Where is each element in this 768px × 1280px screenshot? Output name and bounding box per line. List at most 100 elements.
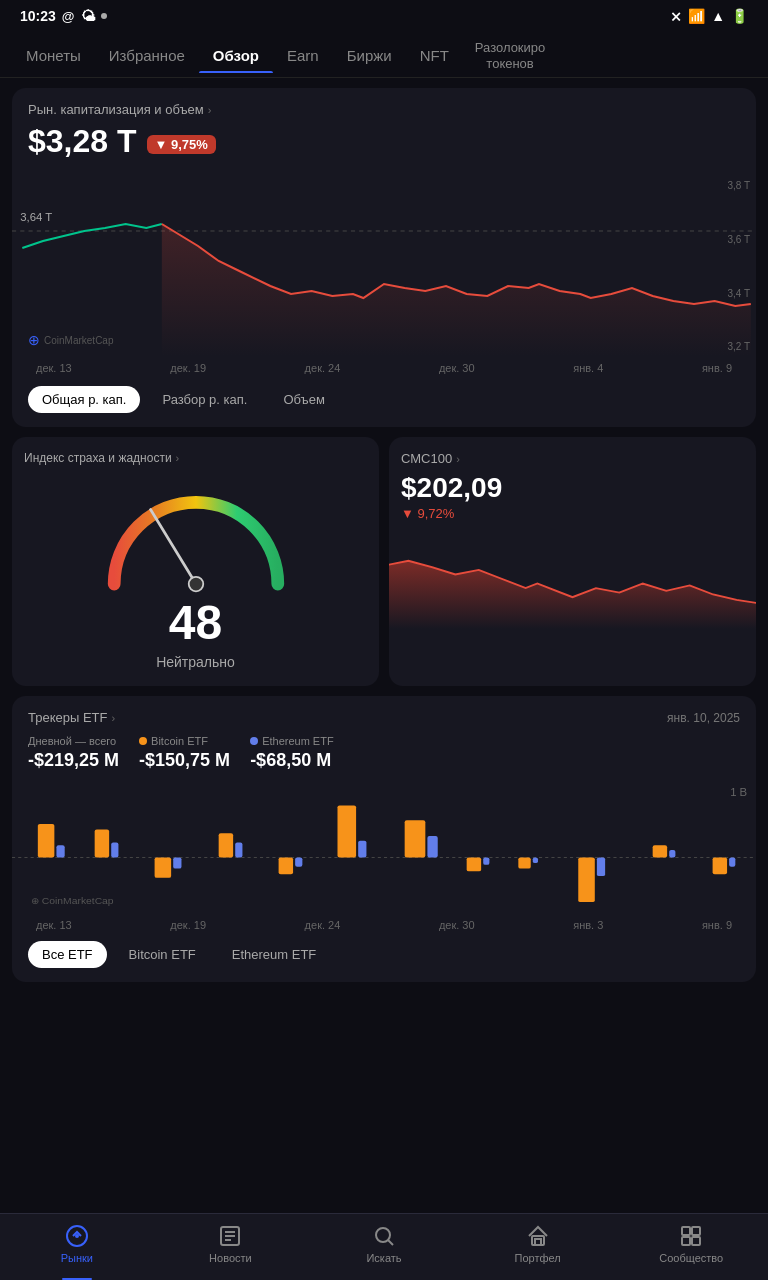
nav-community-label: Сообщество [659, 1252, 723, 1264]
svg-rect-16 [235, 843, 242, 858]
fear-greed-label: Нейтрально [24, 654, 367, 670]
chevron-right-icon-3: › [456, 453, 460, 465]
market-cap-card: Рын. капитализация и объем › $3,28 T ▼ 9… [12, 88, 756, 427]
nav-markets[interactable]: Рынки [37, 1224, 117, 1264]
svg-rect-44 [682, 1227, 690, 1235]
svg-rect-22 [427, 836, 437, 857]
etf-stats: Дневной — всего -$219,25 M Bitcoin ETF -… [28, 735, 740, 771]
nav-search[interactable]: Искать [344, 1224, 424, 1264]
news-icon [218, 1224, 242, 1248]
search-icon [372, 1224, 396, 1248]
nav-search-label: Искать [366, 1252, 401, 1264]
etf-bitcoin-stat: Bitcoin ETF -$150,75 M [139, 735, 230, 771]
ethereum-etf-dot [250, 737, 258, 745]
svg-point-5 [188, 577, 203, 592]
svg-rect-18 [295, 858, 302, 867]
market-cap-tabs: Общая р. кап. Разбор р. кап. Объем [28, 386, 740, 413]
status-time: 10:23 [20, 8, 56, 24]
etf-tracker-card: Трекеры ETF › янв. 10, 2025 Дневной — вс… [12, 696, 756, 982]
svg-rect-26 [533, 858, 538, 864]
svg-rect-14 [173, 858, 181, 869]
svg-rect-13 [155, 858, 172, 878]
svg-rect-47 [692, 1237, 700, 1245]
svg-rect-24 [483, 858, 489, 865]
nav-item-exchanges[interactable]: Биржи [333, 39, 406, 72]
etf-daily-total: Дневной — всего -$219,25 M [28, 735, 119, 771]
tab-volume[interactable]: Объем [269, 386, 338, 413]
svg-rect-28 [597, 858, 605, 877]
market-icon [65, 1224, 89, 1248]
nav-community[interactable]: Сообщество [651, 1224, 731, 1264]
etf-title[interactable]: Трекеры ETF › [28, 710, 115, 725]
status-icon-m: @ [62, 9, 75, 24]
svg-rect-32 [729, 858, 735, 867]
svg-text:3,64 T: 3,64 T [20, 211, 52, 223]
svg-rect-15 [219, 833, 233, 857]
cmc100-title[interactable]: СМС100 › [401, 451, 744, 466]
etf-bar-chart: 1 B [12, 785, 756, 915]
nav-item-nft[interactable]: NFT [406, 39, 463, 72]
status-icon-weather: 🌤 [81, 8, 95, 24]
battery-icon: 🔋 [731, 8, 748, 24]
tab-ethereum-etf[interactable]: Ethereum ETF [218, 941, 331, 968]
chevron-right-icon: › [208, 104, 212, 116]
nav-item-overview[interactable]: Обзор [199, 39, 273, 72]
nav-portfolio-label: Портфел [514, 1252, 560, 1264]
svg-rect-11 [95, 830, 109, 858]
nav-item-favorites[interactable]: Избранное [95, 39, 199, 72]
tab-total-market-cap[interactable]: Общая р. кап. [28, 386, 140, 413]
status-bar: 10:23 @ 🌤 ⨯ 📶 ▲ 🔋 [0, 0, 768, 28]
market-cap-chart: 3,8 T 3,6 T 3,4 T 3,2 T 3,64 T [12, 176, 756, 356]
tab-market-cap-breakdown[interactable]: Разбор р. кап. [148, 386, 261, 413]
nav-item-unlock-tokens[interactable]: Разолокиротокенов [463, 34, 557, 77]
svg-line-41 [388, 1240, 393, 1245]
market-cap-title[interactable]: Рын. капитализация и объем › [28, 102, 740, 117]
fear-greed-title[interactable]: Индекс страха и жадности › [24, 451, 367, 465]
market-cap-change: ▼ 9,75% [147, 135, 216, 154]
etf-x-axis: дек. 13 дек. 19 дек. 24 дек. 30 янв. 3 я… [28, 915, 740, 931]
nav-portfolio[interactable]: Портфел [498, 1224, 578, 1264]
y-label-1: 3,8 T [727, 180, 750, 191]
svg-rect-23 [467, 858, 481, 872]
cmc100-value: $202,09 [401, 472, 744, 504]
etf-date: янв. 10, 2025 [667, 711, 740, 725]
svg-rect-45 [692, 1227, 700, 1235]
nav-item-coins[interactable]: Монеты [12, 39, 95, 72]
portfolio-icon [526, 1224, 550, 1248]
svg-rect-10 [56, 846, 64, 858]
chevron-right-icon-4: › [111, 712, 115, 724]
svg-rect-42 [532, 1236, 544, 1245]
wifi-icon: ▲ [711, 8, 725, 24]
etf-header: Трекеры ETF › янв. 10, 2025 [28, 710, 740, 725]
svg-rect-17 [279, 858, 293, 875]
y-label-2: 3,6 T [727, 234, 750, 245]
market-cap-x-axis: дек. 13 дек. 19 дек. 24 дек. 30 янв. 4 я… [28, 356, 740, 374]
y-label-3: 3,4 T [727, 288, 750, 299]
cmc100-chart [389, 529, 756, 629]
tab-bitcoin-etf[interactable]: Bitcoin ETF [115, 941, 210, 968]
community-icon [679, 1224, 703, 1248]
nav-news-label: Новости [209, 1252, 252, 1264]
etf-ethereum-stat: Ethereum ETF -$68,50 M [250, 735, 334, 771]
svg-point-40 [376, 1228, 390, 1242]
svg-rect-21 [405, 820, 426, 857]
y-label-4: 3,2 T [727, 341, 750, 352]
etf-ethereum-value: -$68,50 M [250, 750, 334, 771]
fear-greed-cmc100-row: Индекс страха и жадности › [12, 437, 756, 686]
nav-item-earn[interactable]: Earn [273, 39, 333, 72]
bottom-navigation: Рынки Новости Искать Портфел [0, 1213, 768, 1280]
svg-rect-25 [518, 858, 530, 869]
tab-all-etf[interactable]: Все ETF [28, 941, 107, 968]
bluetooth-icon: ⨯ [670, 8, 682, 24]
cmc100-change: ▼ 9,72% [401, 506, 744, 521]
etf-daily-total-value: -$219,25 M [28, 750, 119, 771]
etf-bitcoin-value: -$150,75 M [139, 750, 230, 771]
svg-marker-2 [162, 224, 751, 356]
svg-rect-29 [653, 846, 667, 858]
signal-icon: 📶 [688, 8, 705, 24]
svg-text:⊕ CoinMarketCap: ⊕ CoinMarketCap [31, 896, 115, 906]
nav-news[interactable]: Новости [190, 1224, 270, 1264]
fear-greed-card: Индекс страха и жадности › [12, 437, 379, 686]
top-navigation: Монеты Избранное Обзор Earn Биржи NFT Ра… [0, 28, 768, 78]
svg-rect-19 [338, 806, 357, 858]
